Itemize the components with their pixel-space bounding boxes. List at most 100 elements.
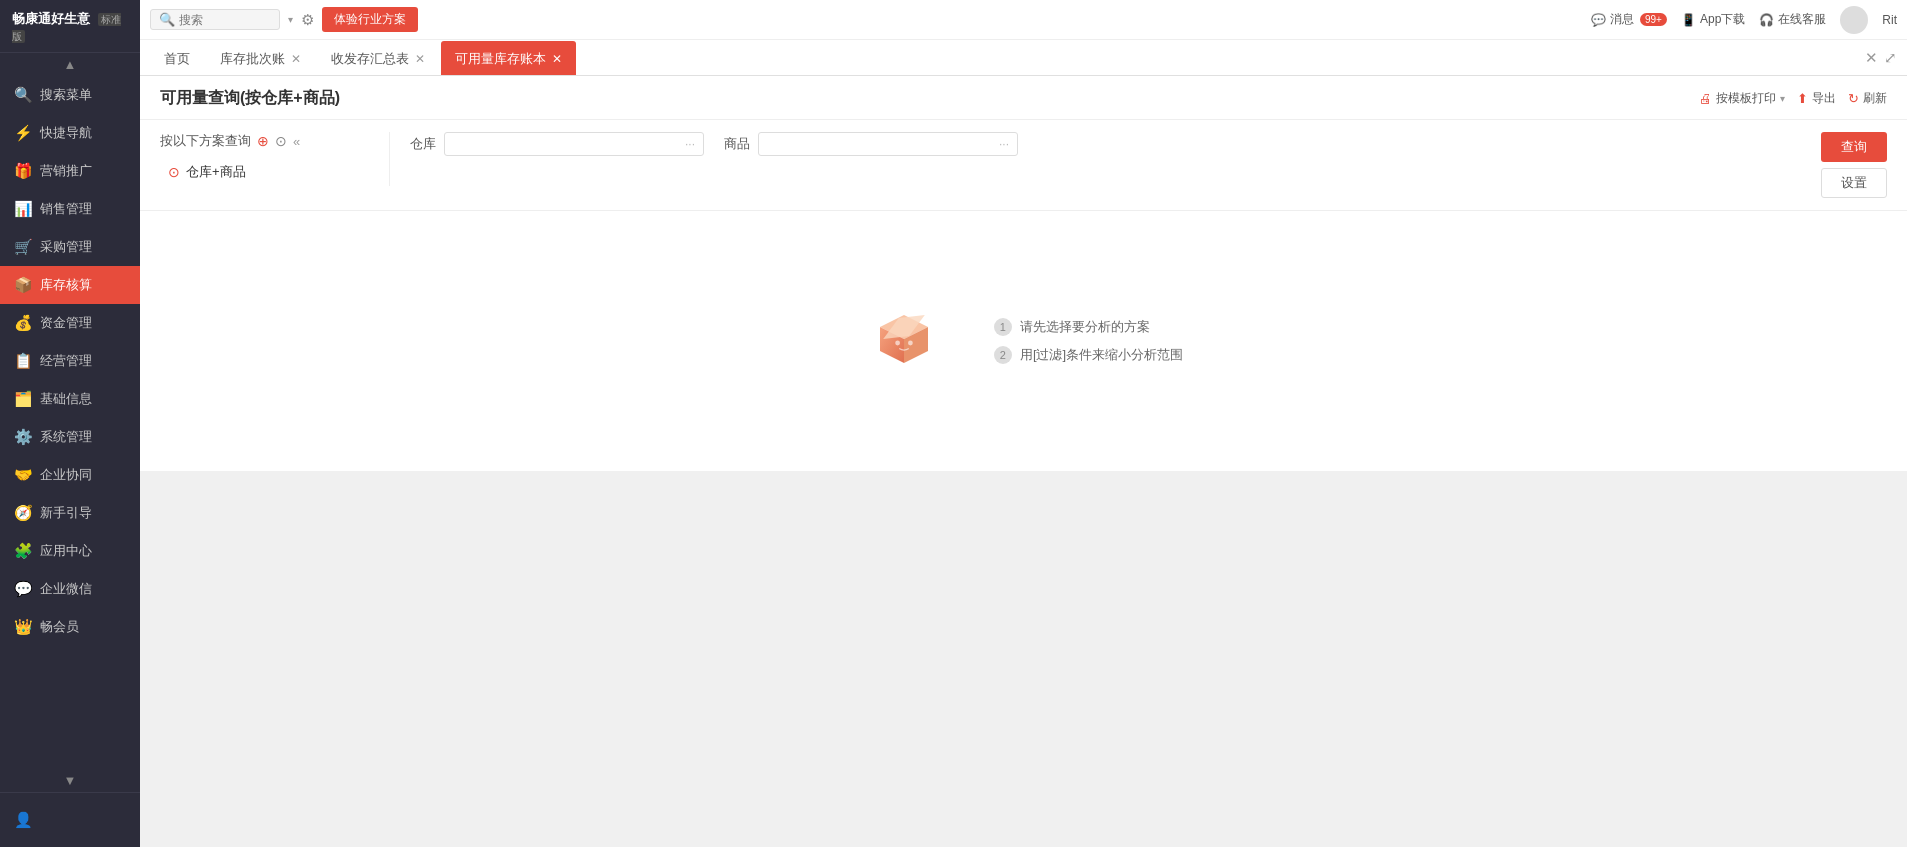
sidebar-item-vip[interactable]: 👑 畅会员: [0, 608, 140, 646]
gift-icon: 🎁: [14, 162, 32, 180]
tab-available-ledger-close[interactable]: ✕: [552, 53, 562, 65]
product-input[interactable]: [767, 137, 999, 151]
sidebar-item-enterprise[interactable]: 🤝 企业协同: [0, 456, 140, 494]
filter-field-warehouse: 仓库 ···: [410, 132, 704, 156]
sidebar-item-operations[interactable]: 📋 经营管理: [0, 342, 140, 380]
sidebar-item-marketing[interactable]: 🎁 营销推广: [0, 152, 140, 190]
warehouse-more-icon[interactable]: ···: [685, 137, 695, 151]
tab-available-ledger[interactable]: 可用量库存账本 ✕: [441, 41, 576, 75]
warehouse-input-wrap[interactable]: ···: [444, 132, 704, 156]
filter-scheme-header: 按以下方案查询 ⊕ ⊙ «: [160, 132, 374, 150]
tab-home-label: 首页: [164, 50, 190, 68]
service-icon: 🎧: [1759, 13, 1774, 27]
sidebar-item-label: 销售管理: [40, 200, 92, 218]
lightning-icon: ⚡: [14, 124, 32, 142]
tip-text-2: 用[过滤]条件来缩小分析范围: [1020, 346, 1183, 364]
print-dropdown-arrow[interactable]: ▾: [1780, 93, 1785, 104]
tabs-bar: 首页 库存批次账 ✕ 收发存汇总表 ✕ 可用量库存账本 ✕ ✕ ⤢: [140, 40, 1907, 76]
handshake-icon: 🤝: [14, 466, 32, 484]
sidebar-item-inventory[interactable]: 📦 库存核算: [0, 266, 140, 304]
experience-btn[interactable]: 体验行业方案: [322, 7, 418, 32]
collapse-scheme-btn[interactable]: «: [293, 134, 300, 149]
empty-tip-2: 2 用[过滤]条件来缩小分析范围: [994, 346, 1183, 364]
tab-receipt-summary-label: 收发存汇总表: [331, 50, 409, 68]
money-icon: 💰: [14, 314, 32, 332]
sidebar-item-app-center[interactable]: 🧩 应用中心: [0, 532, 140, 570]
expand-tabs-btn[interactable]: ⤢: [1884, 49, 1897, 67]
sidebar-item-sales[interactable]: 📊 销售管理: [0, 190, 140, 228]
avatar: [1840, 6, 1868, 34]
topbar-actions: 💬 消息 99+ 📱 App下载 🎧 在线客服 Rit: [1591, 6, 1897, 34]
wechat-icon: 💬: [14, 580, 32, 598]
tab-batch-ledger-close[interactable]: ✕: [291, 53, 301, 65]
compass-icon: 🧭: [14, 504, 32, 522]
topbar-online-service[interactable]: 🎧 在线客服: [1759, 11, 1826, 28]
sidebar-item-basic[interactable]: 🗂️ 基础信息: [0, 380, 140, 418]
empty-tips: 1 请先选择要分析的方案 2 用[过滤]条件来缩小分析范围: [994, 318, 1183, 364]
tab-home[interactable]: 首页: [150, 41, 204, 75]
refresh-label: 刷新: [1863, 90, 1887, 107]
query-btn[interactable]: 查询: [1821, 132, 1887, 162]
scheme-item-label: 仓库+商品: [186, 163, 246, 181]
page-header: 可用量查询(按仓库+商品) 🖨 按模板打印 ▾ ⬆ 导出 ↻ 刷新: [140, 76, 1907, 120]
username: Rit: [1882, 13, 1897, 27]
app-download-label: App下载: [1700, 11, 1745, 28]
sidebar-item-label: 经营管理: [40, 352, 92, 370]
chart-icon: 📊: [14, 200, 32, 218]
sidebar-item-finance[interactable]: 💰 资金管理: [0, 304, 140, 342]
export-action[interactable]: ⬆ 导出: [1797, 90, 1836, 107]
tab-available-ledger-label: 可用量库存账本: [455, 50, 546, 68]
tab-receipt-summary-close[interactable]: ✕: [415, 53, 425, 65]
sidebar-bottom: 👤: [0, 792, 140, 847]
settings-btn[interactable]: 设置: [1821, 168, 1887, 198]
sidebar-item-search[interactable]: 🔍 搜索菜单: [0, 76, 140, 114]
svg-point-4: [895, 341, 900, 346]
add-scheme-btn[interactable]: ⊕: [257, 133, 269, 149]
sidebar-item-label: 企业协同: [40, 466, 92, 484]
sidebar-item-newbie[interactable]: 🧭 新手引导: [0, 494, 140, 532]
sidebar-item-label: 采购管理: [40, 238, 92, 256]
scroll-up-btn[interactable]: ▲: [0, 53, 140, 76]
online-service-label: 在线客服: [1778, 11, 1826, 28]
message-badge: 99+: [1640, 13, 1667, 26]
topbar-dropdown-arrow[interactable]: ▾: [288, 14, 293, 25]
app-name: 畅康通好生意: [12, 11, 90, 26]
print-template-action[interactable]: 🖨 按模板打印 ▾: [1699, 90, 1785, 107]
folder-icon: 🗂️: [14, 390, 32, 408]
close-all-tabs-btn[interactable]: ✕: [1865, 49, 1878, 67]
refresh-action[interactable]: ↻ 刷新: [1848, 90, 1887, 107]
topbar-settings-icon[interactable]: ⚙: [301, 11, 314, 29]
user-icon: 👤: [14, 811, 32, 829]
sidebar-item-label: 基础信息: [40, 390, 92, 408]
warehouse-input[interactable]: [453, 137, 685, 151]
print-icon: 🖨: [1699, 91, 1712, 106]
product-more-icon[interactable]: ···: [999, 137, 1009, 151]
tab-receipt-summary[interactable]: 收发存汇总表 ✕: [317, 41, 439, 75]
sidebar-item-purchase[interactable]: 🛒 采购管理: [0, 228, 140, 266]
topbar-search-icon: 🔍: [159, 12, 175, 27]
product-input-wrap[interactable]: ···: [758, 132, 1018, 156]
warehouse-label: 仓库: [410, 135, 436, 153]
sidebar-item-system[interactable]: ⚙️ 系统管理: [0, 418, 140, 456]
query-btn-area: 查询 设置: [1821, 132, 1887, 198]
topbar-app-download[interactable]: 📱 App下载: [1681, 11, 1745, 28]
sidebar-item-label: 库存核算: [40, 276, 92, 294]
export-icon: ⬆: [1797, 91, 1808, 106]
topbar-message[interactable]: 💬 消息 99+: [1591, 11, 1667, 28]
sidebar-bottom-item[interactable]: 👤: [0, 801, 140, 839]
empty-illustration: [864, 291, 964, 391]
scheme-item-warehouse-product[interactable]: ⊙ 仓库+商品: [160, 158, 374, 186]
print-template-label: 按模板打印: [1716, 90, 1776, 107]
scroll-down-btn[interactable]: ▼: [0, 769, 140, 792]
empty-state: 1 请先选择要分析的方案 2 用[过滤]条件来缩小分析范围: [140, 211, 1907, 471]
sidebar-item-shortcut[interactable]: ⚡ 快捷导航: [0, 114, 140, 152]
topbar-search-input[interactable]: [179, 13, 269, 27]
filter-fields: 仓库 ··· 商品 ···: [390, 132, 1811, 156]
clipboard-icon: 📋: [14, 352, 32, 370]
gear-icon: ⚙️: [14, 428, 32, 446]
sidebar-item-enterprise-wechat[interactable]: 💬 企业微信: [0, 570, 140, 608]
tab-batch-ledger[interactable]: 库存批次账 ✕: [206, 41, 315, 75]
topbar-search-box[interactable]: 🔍: [150, 9, 280, 30]
settings-scheme-btn[interactable]: ⊙: [275, 133, 287, 149]
message-icon: 💬: [1591, 13, 1606, 27]
